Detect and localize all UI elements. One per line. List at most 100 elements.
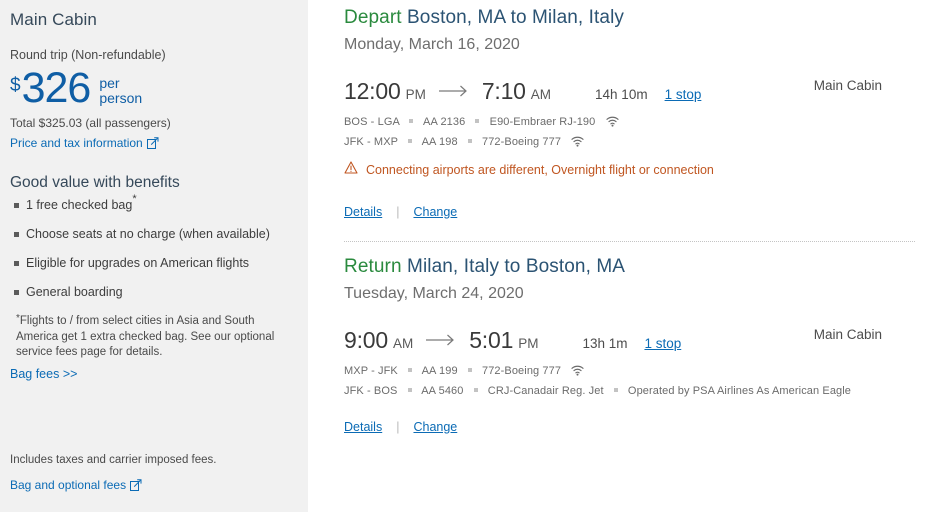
segment-legs: BOS - LGA AA 2136 E90-Embraer RJ-190 JFK… bbox=[344, 113, 927, 153]
flight-leg: JFK - BOS AA 5460 CRJ-Canadair Reg. Jet … bbox=[344, 382, 864, 400]
segment-heading: Return Milan, Italy to Boston, MA bbox=[344, 254, 927, 280]
leg-route: BOS - LGA bbox=[344, 116, 400, 128]
separator-square bbox=[408, 368, 413, 373]
external-link-icon bbox=[130, 479, 142, 491]
leg-aircraft: CRJ-Canadair Reg. Jet bbox=[487, 385, 604, 397]
bag-fees-link[interactable]: Bag fees >> bbox=[10, 367, 77, 381]
segment-cities: Milan, Italy to Boston, MA bbox=[407, 256, 626, 277]
leg-flight-number: AA 198 bbox=[421, 136, 458, 148]
depart-ampm: PM bbox=[405, 87, 426, 102]
arrive-ampm: PM bbox=[518, 336, 539, 351]
flight-duration: 14h 10m bbox=[595, 87, 648, 102]
segment-warning: Connecting airports are different, Overn… bbox=[344, 161, 927, 179]
external-link-icon bbox=[146, 137, 159, 150]
trip-type-label: Round trip (Non-refundable) bbox=[10, 48, 166, 62]
price-block: $ 326 per person bbox=[10, 64, 298, 112]
flight-leg: JFK - MXP AA 198 772-Boeing 777 bbox=[344, 133, 864, 153]
segment-date: Tuesday, March 24, 2020 bbox=[344, 285, 524, 302]
bag-and-optional-fees-link[interactable]: Bag and optional fees bbox=[10, 478, 142, 492]
segment-times-row: 9:00 AM 5:01 PM 13h 1m 1 stop Main Cabin bbox=[344, 327, 927, 353]
depart-ampm: AM bbox=[392, 336, 414, 351]
leg-aircraft: 772-Boeing 777 bbox=[481, 365, 562, 377]
leg-route: JFK - BOS bbox=[344, 385, 398, 397]
separator-square bbox=[408, 139, 413, 144]
separator-square bbox=[613, 388, 618, 393]
taxes-note: Includes taxes and carrier imposed fees. bbox=[10, 454, 217, 466]
action-separator: | bbox=[396, 205, 400, 219]
per-person-line2: person bbox=[99, 90, 143, 106]
segment-actions: Details | Change bbox=[344, 420, 927, 434]
flight-leg: BOS - LGA AA 2136 E90-Embraer RJ-190 bbox=[344, 113, 864, 133]
stops-link[interactable]: 1 stop bbox=[644, 336, 681, 351]
details-link[interactable]: Details bbox=[344, 205, 382, 219]
booking-summary-page: Main Cabin Round trip (Non-refundable) $… bbox=[0, 0, 927, 512]
list-item: Eligible for upgrades on American flight… bbox=[8, 256, 298, 271]
segment-cities: Boston, MA to Milan, Italy bbox=[407, 7, 625, 28]
segment-heading: Depart Boston, MA to Milan, Italy bbox=[344, 5, 927, 31]
leg-route: JFK - MXP bbox=[344, 136, 398, 148]
benefits-footnote: *Flights to / from select cities in Asia… bbox=[16, 313, 298, 361]
wifi-icon bbox=[571, 135, 584, 153]
segment-actions: Details | Change bbox=[344, 205, 927, 219]
benefits-list: 1 free checked bag* Choose seats at no c… bbox=[8, 193, 298, 300]
flight-duration: 13h 1m bbox=[582, 336, 628, 351]
list-item: General boarding bbox=[8, 285, 298, 300]
arrive-time: 5:01 bbox=[469, 327, 514, 353]
details-link[interactable]: Details bbox=[344, 420, 382, 434]
bag-optional-fees-label: Bag and optional fees bbox=[10, 478, 127, 492]
currency-symbol: $ bbox=[10, 75, 21, 96]
total-price-label: Total $325.03 (all passengers) bbox=[10, 116, 171, 131]
segment-cabin-label: Main Cabin bbox=[813, 78, 882, 93]
warning-text: Connecting airports are different, Overn… bbox=[366, 163, 714, 177]
separator-square bbox=[409, 119, 414, 124]
separator-square bbox=[467, 139, 472, 144]
segment-times-row: 12:00 PM 7:10 AM 14h 10m 1 stop Main Cab… bbox=[344, 78, 927, 104]
list-item: 1 free checked bag* bbox=[8, 193, 298, 213]
leg-route: MXP - JFK bbox=[344, 365, 398, 377]
change-link[interactable]: Change bbox=[413, 420, 457, 434]
price-tax-link-label: Price and tax information bbox=[10, 136, 143, 151]
leg-aircraft: 772-Boeing 777 bbox=[481, 136, 562, 148]
per-person-label: per person bbox=[99, 76, 142, 106]
cabin-title: Main Cabin bbox=[10, 10, 97, 29]
fare-summary-panel: Main Cabin Round trip (Non-refundable) $… bbox=[0, 0, 308, 512]
segment-direction-label: Return bbox=[344, 256, 402, 277]
benefit-label: 1 free checked bag bbox=[26, 198, 133, 213]
price-and-tax-information-link[interactable]: Price and tax information bbox=[10, 136, 159, 150]
footnote-star: * bbox=[16, 313, 20, 325]
fare-panel-footer: Includes taxes and carrier imposed fees.… bbox=[10, 454, 300, 494]
warning-triangle-icon bbox=[344, 161, 358, 179]
arrow-right-icon bbox=[413, 334, 469, 346]
price-amount: 326 bbox=[21, 64, 92, 112]
arrive-ampm: AM bbox=[530, 87, 552, 102]
footnote-marker: * bbox=[132, 192, 137, 205]
footnote-text: Flights to / from select cities in Asia … bbox=[16, 315, 275, 359]
depart-time: 12:00 bbox=[344, 78, 401, 104]
itinerary-segment-return: Return Milan, Italy to Boston, MA Tuesda… bbox=[336, 254, 927, 434]
leg-flight-number: AA 199 bbox=[421, 365, 458, 377]
wifi-icon bbox=[605, 115, 619, 133]
change-link[interactable]: Change bbox=[413, 205, 457, 219]
leg-aircraft: E90-Embraer RJ-190 bbox=[489, 116, 596, 128]
itinerary-segment-depart: Depart Boston, MA to Milan, Italy Monday… bbox=[336, 5, 927, 242]
arrow-right-icon bbox=[426, 85, 482, 97]
leg-operated-by: Operated by PSA Airlines As American Eag… bbox=[627, 385, 852, 397]
stops-link[interactable]: 1 stop bbox=[665, 87, 702, 102]
segment-divider bbox=[344, 241, 915, 242]
per-person-line1: per bbox=[99, 75, 120, 91]
separator-square bbox=[467, 368, 472, 373]
separator-square bbox=[473, 388, 478, 393]
flight-leg: MXP - JFK AA 199 772-Boeing 777 bbox=[344, 362, 864, 382]
leg-flight-number: AA 2136 bbox=[423, 116, 466, 128]
leg-flight-number: AA 5460 bbox=[421, 385, 464, 397]
segment-date: Monday, March 16, 2020 bbox=[344, 36, 520, 53]
wifi-icon bbox=[571, 364, 584, 382]
arrive-time: 7:10 bbox=[481, 78, 526, 104]
separator-square bbox=[407, 388, 412, 393]
segment-cabin-label: Main Cabin bbox=[813, 327, 882, 342]
segment-legs: MXP - JFK AA 199 772-Boeing 777 JFK - BO… bbox=[344, 362, 927, 400]
segment-direction-label: Depart bbox=[344, 7, 402, 28]
itinerary-panel: Depart Boston, MA to Milan, Italy Monday… bbox=[308, 0, 927, 512]
separator-square bbox=[475, 119, 480, 124]
benefits-title: Good value with benefits bbox=[10, 174, 180, 192]
